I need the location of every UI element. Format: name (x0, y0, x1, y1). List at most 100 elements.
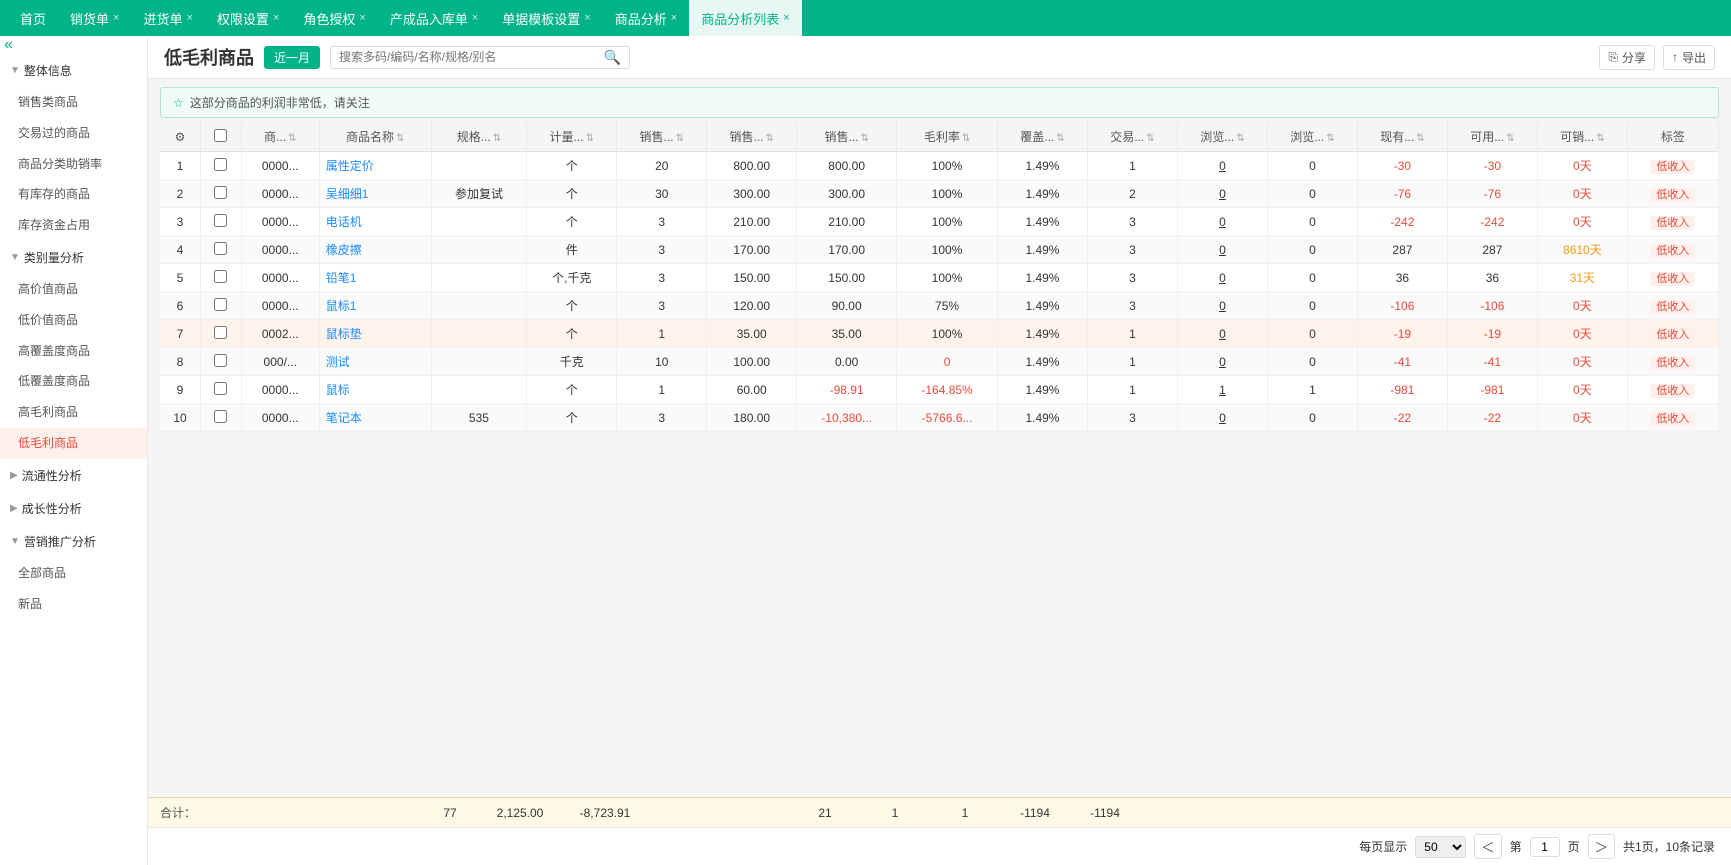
row-browse1[interactable]: 0 (1177, 320, 1267, 348)
sidebar-group-circulation[interactable]: ▶ 流通性分析 (0, 459, 147, 492)
row-checkbox[interactable] (201, 180, 242, 208)
row-checkbox[interactable] (201, 292, 242, 320)
nav-product-inbound[interactable]: 产成品入库单 × (378, 0, 490, 36)
nav-permission-settings[interactable]: 权限设置 × (205, 0, 291, 36)
row-name[interactable]: 铅笔1 (319, 264, 431, 292)
col-spec[interactable]: 规格...⇅ (431, 122, 527, 152)
row-name[interactable]: 橡皮擦 (319, 236, 431, 264)
col-gross[interactable]: 毛利率⇅ (897, 122, 998, 152)
col-cover[interactable]: 覆盖...⇅ (997, 122, 1087, 152)
sidebar-item-low-margin[interactable]: 低毛利商品 (0, 428, 147, 459)
sidebar-item-high-value[interactable]: 高价值商品 (0, 274, 147, 305)
row-checkbox[interactable] (201, 376, 242, 404)
select-all-checkbox[interactable] (214, 129, 227, 142)
col-name[interactable]: 商品名称⇅ (319, 122, 431, 152)
nav-product-analysis[interactable]: 商品分析 × (603, 0, 689, 36)
sidebar-item-in-stock-goods[interactable]: 有库存的商品 (0, 179, 147, 210)
col-browse2[interactable]: 浏览...⇅ (1267, 122, 1357, 152)
share-button[interactable]: ⎘ 分享 (1599, 45, 1655, 70)
row-name[interactable]: 鼠标1 (319, 292, 431, 320)
row-browse1[interactable]: 0 (1177, 404, 1267, 432)
close-icon[interactable]: × (186, 12, 192, 24)
sidebar-group-general[interactable]: ▼ 整体信息 (0, 54, 147, 87)
close-icon[interactable]: × (584, 12, 590, 24)
nav-purchase-order[interactable]: 进货单 × (131, 0, 204, 36)
row-checkbox[interactable] (201, 264, 242, 292)
next-page-button[interactable]: ＞ (1588, 834, 1615, 859)
col-sale1[interactable]: 销售...⇅ (617, 122, 707, 152)
col-stock2[interactable]: 可用...⇅ (1447, 122, 1537, 152)
row-browse1[interactable]: 0 (1177, 264, 1267, 292)
sidebar-item-sales-goods[interactable]: 销售类商品 (0, 87, 147, 118)
close-icon[interactable]: × (113, 12, 119, 24)
export-button[interactable]: ↑ 导出 (1663, 45, 1715, 70)
row-browse1[interactable]: 1 (1177, 376, 1267, 404)
sidebar-item-low-value[interactable]: 低价值商品 (0, 305, 147, 336)
close-icon[interactable]: × (783, 12, 789, 24)
row-checkbox[interactable] (201, 152, 242, 180)
row-browse1[interactable]: 0 (1177, 348, 1267, 376)
row-checkbox[interactable] (201, 320, 242, 348)
row-checkbox[interactable] (201, 348, 242, 376)
row-select-checkbox[interactable] (214, 242, 227, 255)
sidebar-group-growth[interactable]: ▶ 成长性分析 (0, 492, 147, 525)
sidebar-item-high-coverage[interactable]: 高覆盖度商品 (0, 336, 147, 367)
row-select-checkbox[interactable] (214, 410, 227, 423)
sidebar-item-traded-goods[interactable]: 交易过的商品 (0, 118, 147, 149)
sidebar-collapse-button[interactable]: « (0, 36, 17, 54)
row-name[interactable]: 属性定价 (319, 152, 431, 180)
page-number-input[interactable] (1530, 837, 1560, 857)
row-browse1[interactable]: 0 (1177, 292, 1267, 320)
row-name[interactable]: 笔记本 (319, 404, 431, 432)
row-select-checkbox[interactable] (214, 382, 227, 395)
col-sale2[interactable]: 销售...⇅ (707, 122, 797, 152)
row-browse1[interactable]: 0 (1177, 180, 1267, 208)
row-name[interactable]: 电话机 (319, 208, 431, 236)
col-sale3[interactable]: 销售...⇅ (797, 122, 897, 152)
filter-period-button[interactable]: 近一月 (264, 46, 320, 69)
page-size-select[interactable]: 50 100 200 (1415, 836, 1466, 858)
sidebar-item-new-goods[interactable]: 新品 (0, 589, 147, 620)
row-checkbox[interactable] (201, 404, 242, 432)
nav-product-analysis-list[interactable]: 商品分析列表 × (689, 0, 801, 36)
row-select-checkbox[interactable] (214, 186, 227, 199)
row-select-checkbox[interactable] (214, 214, 227, 227)
sidebar-group-category-analysis[interactable]: ▼ 类别量分析 (0, 241, 147, 274)
row-browse1[interactable]: 0 (1177, 236, 1267, 264)
col-code[interactable]: 商...⇅ (241, 122, 319, 152)
row-select-checkbox[interactable] (214, 158, 227, 171)
nav-template-settings[interactable]: 单据模板设置 × (490, 0, 602, 36)
sidebar-item-high-margin[interactable]: 高毛利商品 (0, 397, 147, 428)
row-name[interactable]: 吴细细1 (319, 180, 431, 208)
col-stock1[interactable]: 现有...⇅ (1357, 122, 1447, 152)
col-trade[interactable]: 交易...⇅ (1087, 122, 1177, 152)
row-browse1[interactable]: 0 (1177, 208, 1267, 236)
row-select-checkbox[interactable] (214, 354, 227, 367)
sidebar-item-low-coverage[interactable]: 低覆盖度商品 (0, 366, 147, 397)
sidebar-group-marketing[interactable]: ▼ 营销推广分析 (0, 525, 147, 558)
nav-role-auth[interactable]: 角色授权 × (291, 0, 377, 36)
row-select-checkbox[interactable] (214, 270, 227, 283)
col-browse1[interactable]: 浏览...⇅ (1177, 122, 1267, 152)
col-unit[interactable]: 计量...⇅ (527, 122, 617, 152)
col-settings[interactable]: ⚙ (160, 122, 201, 152)
row-name[interactable]: 鼠标垫 (319, 320, 431, 348)
sidebar-item-all-goods[interactable]: 全部商品 (0, 558, 147, 589)
col-stock3[interactable]: 可销...⇅ (1537, 122, 1627, 152)
row-select-checkbox[interactable] (214, 326, 227, 339)
nav-home[interactable]: 首页 (8, 0, 58, 36)
row-select-checkbox[interactable] (214, 298, 227, 311)
close-icon[interactable]: × (671, 12, 677, 24)
prev-page-button[interactable]: ＜ (1474, 834, 1501, 859)
nav-sales-order[interactable]: 销货单 × (58, 0, 131, 36)
close-icon[interactable]: × (359, 12, 365, 24)
sidebar-item-stock-funds[interactable]: 库存资金占用 (0, 210, 147, 241)
row-checkbox[interactable] (201, 208, 242, 236)
close-icon[interactable]: × (472, 12, 478, 24)
row-browse1[interactable]: 0 (1177, 152, 1267, 180)
close-icon[interactable]: × (273, 12, 279, 24)
row-name[interactable]: 测试 (319, 348, 431, 376)
row-checkbox[interactable] (201, 236, 242, 264)
sidebar-item-category-sales-rate[interactable]: 商品分类助销率 (0, 149, 147, 180)
search-icon[interactable]: 🔍 (604, 49, 621, 66)
